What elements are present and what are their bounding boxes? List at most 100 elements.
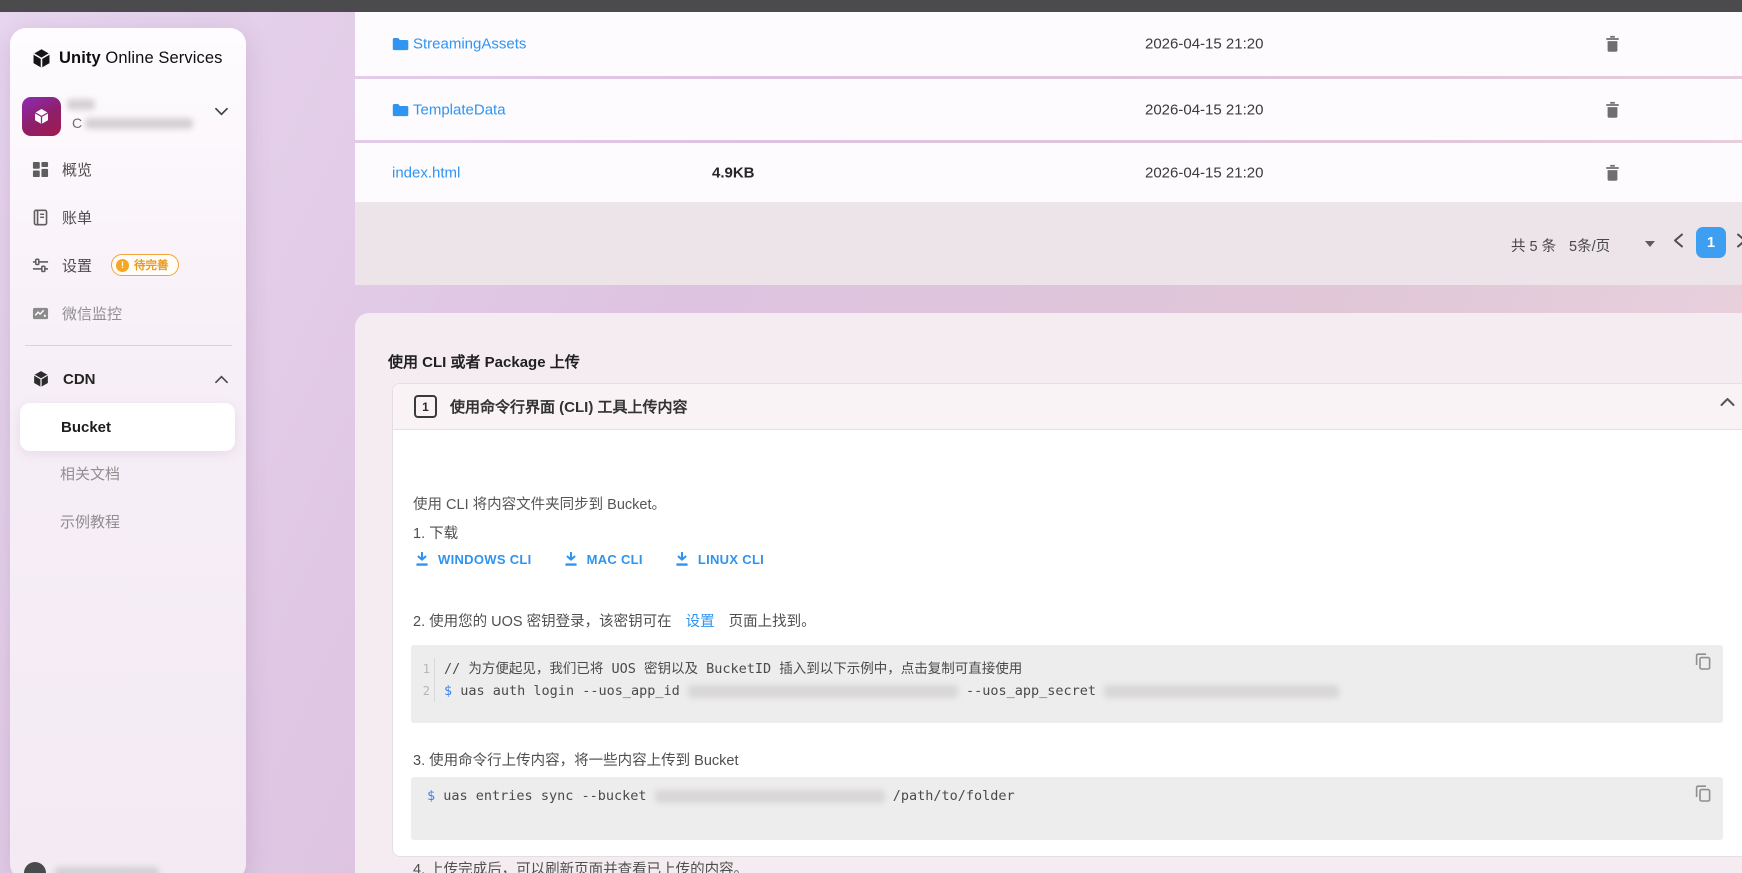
page-size-caret-down-icon[interactable]	[1645, 241, 1655, 247]
redacted-app-secret	[1104, 684, 1340, 698]
cli-card-title: 使用命令行界面 (CLI) 工具上传内容	[450, 399, 688, 416]
sidebar-item-settings[interactable]: 设置 ! 待完善	[32, 254, 179, 276]
prompt-sign: $	[444, 683, 453, 699]
folder-icon	[392, 37, 409, 51]
file-size: 4.9KB	[712, 164, 755, 181]
next-page-chevron-right-icon[interactable]	[1736, 233, 1742, 248]
code-comment-line: // 为方便起见，我们已将 UOS 密钥以及 BucketID 插入到以下示例中…	[444, 661, 1023, 677]
folder-icon	[392, 103, 409, 117]
cli-download-links: WINDOWS CLI MAC CLI LINUX CLI	[415, 552, 764, 567]
file-name-link[interactable]: TemplateData	[413, 101, 506, 118]
step2-pre: 2. 使用您的 UOS 密钥登录，该密钥可在	[413, 614, 672, 630]
cli-intro-text: 使用 CLI 将内容文件夹同步到 Bucket。	[413, 497, 666, 513]
copy-icon[interactable]	[1695, 785, 1711, 802]
line-numbers: 1 2	[411, 658, 435, 702]
pagination-total: 共 5 条	[1511, 239, 1557, 255]
cli-accordion-header[interactable]: 1 使用命令行界面 (CLI) 工具上传内容	[393, 384, 1742, 430]
badge-label: 待完善	[134, 260, 169, 272]
file-name-link[interactable]: index.html	[392, 164, 460, 181]
section-title: 使用 CLI 或者 Package 上传	[388, 354, 580, 371]
windows-cli-download-link[interactable]: WINDOWS CLI	[415, 552, 532, 567]
warning-icon: !	[116, 258, 130, 272]
download-link-label: WINDOWS CLI	[438, 552, 532, 567]
cli-step3-text: 3. 使用命令行上传内容，将一些内容上传到 Bucket	[413, 753, 739, 769]
download-icon	[416, 552, 428, 566]
line-number: 2	[422, 684, 430, 698]
sync-code-block: $ uas entries sync --bucket /path/to/fol…	[411, 777, 1723, 840]
redacted-project-name	[67, 99, 95, 110]
download-icon	[564, 552, 577, 566]
code-command-line: $ uas entries sync --bucket /path/to/fol…	[427, 788, 1015, 804]
collapse-chevron-up-icon[interactable]	[1720, 397, 1735, 407]
table-row[interactable]: TemplateData 2026-04-15 21:20	[355, 79, 1742, 140]
file-modified-date: 2026-04-15 21:20	[1145, 35, 1264, 53]
sidebar-item-billing[interactable]: 账单	[32, 206, 92, 228]
project-switcher-chevron-down-icon[interactable]	[215, 107, 228, 116]
sidebar-item-tutorials[interactable]: 示例教程	[60, 511, 120, 532]
download-link-label: LINUX CLI	[697, 552, 765, 567]
billing-document-icon	[32, 209, 49, 226]
sidebar-footer	[24, 862, 159, 873]
page-number-button[interactable]: 1	[1696, 227, 1726, 258]
delete-trash-icon[interactable]	[1605, 35, 1620, 53]
sidebar-item-label: 微信监控	[62, 305, 123, 323]
sidebar-item-label: 设置	[62, 257, 93, 275]
delete-trash-icon[interactable]	[1605, 101, 1620, 118]
brand-logo: Unity Online Services	[31, 48, 222, 69]
copy-icon[interactable]	[1695, 653, 1711, 670]
brand-name: Unity Online Services	[59, 49, 222, 68]
file-modified-date: 2026-04-15 21:20	[1145, 164, 1264, 181]
brand-name-rest: Online Services	[100, 49, 223, 67]
table-row[interactable]: StreamingAssets 2026-04-15 21:20	[355, 12, 1742, 76]
sidebar-item-label: 概览	[62, 161, 93, 179]
sidebar-item-bucket-active[interactable]: Bucket	[20, 403, 235, 451]
sidebar-divider	[25, 345, 232, 346]
bucket-file-table: StreamingAssets 2026-04-15 21:20 Templat…	[355, 12, 1742, 285]
sidebar: Unity Online Services C 概览 账单 设置 ! 待完善 微…	[10, 28, 246, 873]
code-command-line: $ uas auth login --uos_app_id --uos_app_…	[444, 680, 1340, 702]
cli-accordion-card: 1 使用命令行界面 (CLI) 工具上传内容 使用 CLI 将内容文件夹同步到 …	[392, 383, 1742, 873]
wechat-monitor-icon	[32, 305, 49, 322]
project-id-row: C	[72, 115, 194, 131]
redacted-bucket-id	[654, 789, 885, 803]
line-number: 1	[422, 662, 430, 676]
sidebar-group-label: CDN	[63, 370, 96, 388]
download-icon	[676, 552, 688, 566]
sidebar-item-label: 账单	[62, 209, 93, 227]
settings-sliders-icon	[32, 257, 49, 274]
delete-trash-icon[interactable]	[1605, 164, 1620, 181]
redacted-app-id	[687, 684, 958, 698]
unity-cube-icon	[34, 109, 49, 124]
cdn-cube-icon	[32, 370, 50, 388]
settings-link[interactable]: 设置	[686, 610, 715, 631]
project-id-prefix: C	[72, 115, 83, 131]
sidebar-item-label: Bucket	[61, 418, 112, 436]
pagination-bar: 共 5 条 5条/页 1	[355, 202, 1742, 285]
step-number-icon: 1	[414, 395, 437, 418]
code-lines: // 为方便起见，我们已将 UOS 密钥以及 BucketID 插入到以下示例中…	[435, 658, 1340, 702]
step2-post: 页面上找到。	[728, 614, 816, 630]
linux-cli-download-link[interactable]: LINUX CLI	[675, 552, 764, 567]
unity-logo-icon	[31, 48, 52, 69]
sidebar-item-docs[interactable]: 相关文档	[60, 463, 120, 484]
sidebar-item-overview[interactable]: 概览	[32, 158, 92, 180]
redacted-project-id	[85, 117, 194, 129]
sidebar-group-cdn[interactable]: CDN	[32, 368, 228, 390]
cli-upload-section: 使用 CLI 或者 Package 上传 1 使用命令行界面 (CLI) 工具上…	[355, 313, 1742, 873]
file-name-link[interactable]: StreamingAssets	[413, 36, 526, 53]
mac-cli-download-link[interactable]: MAC CLI	[564, 552, 643, 567]
settings-todo-badge: ! 待完善	[111, 254, 179, 276]
auth-code-block: 1 2 // 为方便起见，我们已将 UOS 密钥以及 BucketID 插入到以…	[411, 645, 1723, 723]
top-titlebar	[0, 0, 1742, 12]
prompt-sign: $	[427, 788, 436, 804]
footer-logo-icon	[24, 862, 46, 873]
cdn-chevron-up-icon[interactable]	[215, 375, 228, 384]
prev-page-chevron-left-icon[interactable]	[1673, 233, 1684, 248]
table-row[interactable]: index.html 4.9KB 2026-04-15 21:20	[355, 143, 1742, 202]
brand-name-bold: Unity	[59, 49, 101, 67]
redacted-footer-text	[55, 867, 159, 873]
sidebar-item-wechat-monitor[interactable]: 微信监控	[32, 302, 122, 324]
project-avatar[interactable]	[22, 97, 61, 136]
page-size-select[interactable]: 5条/页	[1569, 235, 1610, 256]
cli-step4-text: 4. 上传完成后，可以刷新页面并查看已上传的内容。	[413, 862, 749, 873]
